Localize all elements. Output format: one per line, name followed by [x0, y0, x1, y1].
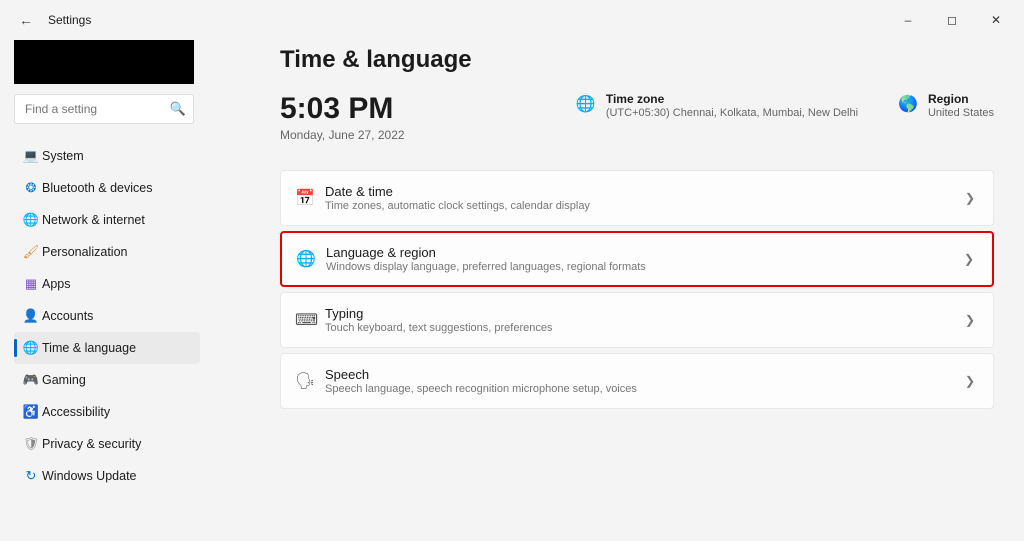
sidebar-item-accounts[interactable]: 👤 Accounts: [14, 300, 200, 332]
network-icon: 🌐: [20, 212, 42, 228]
region-icon: 🌎: [898, 94, 918, 114]
titlebar: ← Settings – ◻ ✕: [0, 0, 1024, 40]
main-content: Time & language 5:03 PM Monday, June 27,…: [210, 40, 1024, 541]
chevron-right-icon: ❯: [965, 191, 975, 205]
card-speech[interactable]: 🗣 Speech Speech language, speech recogni…: [280, 353, 994, 409]
sidebar-item-windows-update[interactable]: ↻ Windows Update: [14, 460, 200, 492]
sidebar-item-system[interactable]: 💻 System: [14, 140, 200, 172]
card-title: Date & time: [325, 184, 965, 199]
card-subtitle: Speech language, speech recognition micr…: [325, 383, 965, 395]
search-field[interactable]: 🔍: [14, 94, 194, 124]
minimize-button[interactable]: –: [886, 5, 930, 35]
back-button[interactable]: ←: [14, 12, 38, 28]
privacy-icon: 🛡: [20, 436, 42, 452]
calendar-clock-icon: 📅: [295, 188, 325, 208]
window-title: Settings: [48, 13, 91, 27]
maximize-button[interactable]: ◻: [930, 5, 974, 35]
chevron-right-icon: ❯: [965, 374, 975, 388]
sidebar-item-accessibility[interactable]: ♿ Accessibility: [14, 396, 200, 428]
close-button[interactable]: ✕: [974, 5, 1018, 35]
hero-row: 5:03 PM Monday, June 27, 2022 🌐 Time zon…: [280, 92, 994, 142]
gaming-icon: 🎮: [20, 372, 42, 388]
sidebar-item-time-language[interactable]: 🌐 Time & language: [14, 332, 200, 364]
windows-update-icon: ↻: [20, 468, 42, 484]
timezone-meta: 🌐 Time zone (UTC+05:30) Chennai, Kolkata…: [576, 92, 858, 119]
sidebar-item-label: Accounts: [42, 309, 93, 323]
sidebar-item-label: Privacy & security: [42, 437, 141, 451]
chevron-right-icon: ❯: [965, 313, 975, 327]
card-language-region[interactable]: 🌐 Language & region Windows display lang…: [280, 231, 994, 287]
sidebar-item-label: Bluetooth & devices: [42, 181, 153, 195]
speech-icon: 🗣: [295, 371, 325, 391]
time-language-icon: 🌐: [20, 340, 42, 356]
sidebar-item-label: Personalization: [42, 245, 127, 259]
profile-block[interactable]: [14, 40, 194, 84]
sidebar-item-privacy[interactable]: 🛡 Privacy & security: [14, 428, 200, 460]
sidebar-item-label: Time & language: [42, 341, 136, 355]
sidebar-item-network[interactable]: 🌐 Network & internet: [14, 204, 200, 236]
card-title: Language & region: [326, 245, 964, 260]
clock-block: 5:03 PM Monday, June 27, 2022: [280, 92, 405, 142]
card-subtitle: Touch keyboard, text suggestions, prefer…: [325, 322, 965, 334]
region-meta: 🌎 Region United States: [898, 92, 994, 119]
sidebar-item-apps[interactable]: ▦ Apps: [14, 268, 200, 300]
timezone-icon: 🌐: [576, 94, 596, 114]
sidebar-item-label: System: [42, 149, 84, 163]
page-title: Time & language: [280, 46, 994, 74]
accounts-icon: 👤: [20, 308, 42, 324]
card-title: Typing: [325, 306, 965, 321]
timezone-value: (UTC+05:30) Chennai, Kolkata, Mumbai, Ne…: [606, 107, 858, 119]
sidebar-item-gaming[interactable]: 🎮 Gaming: [14, 364, 200, 396]
settings-cards: 📅 Date & time Time zones, automatic cloc…: [280, 170, 994, 409]
personalization-icon: 🖌: [20, 244, 42, 260]
card-typing[interactable]: ⌨ Typing Touch keyboard, text suggestion…: [280, 292, 994, 348]
language-icon: 🌐: [296, 249, 326, 269]
sidebar-item-bluetooth[interactable]: ❂ Bluetooth & devices: [14, 172, 200, 204]
card-title: Speech: [325, 367, 965, 382]
timezone-label: Time zone: [606, 92, 858, 106]
system-icon: 💻: [20, 148, 42, 164]
sidebar-item-label: Accessibility: [42, 405, 110, 419]
current-date: Monday, June 27, 2022: [280, 128, 405, 142]
sidebar-item-label: Apps: [42, 277, 71, 291]
region-label: Region: [928, 92, 994, 106]
current-time: 5:03 PM: [280, 92, 405, 126]
sidebar-item-personalization[interactable]: 🖌 Personalization: [14, 236, 200, 268]
chevron-right-icon: ❯: [964, 252, 974, 266]
card-subtitle: Time zones, automatic clock settings, ca…: [325, 200, 965, 212]
sidebar: 🔍 💻 System ❂ Bluetooth & devices 🌐 Netwo…: [0, 40, 210, 541]
card-subtitle: Windows display language, preferred lang…: [326, 261, 964, 273]
card-date-time[interactable]: 📅 Date & time Time zones, automatic cloc…: [280, 170, 994, 226]
accessibility-icon: ♿: [20, 404, 42, 420]
bluetooth-icon: ❂: [20, 180, 42, 196]
sidebar-item-label: Network & internet: [42, 213, 145, 227]
region-value: United States: [928, 107, 994, 119]
sidebar-item-label: Windows Update: [42, 469, 137, 483]
nav-list: 💻 System ❂ Bluetooth & devices 🌐 Network…: [14, 140, 200, 492]
apps-icon: ▦: [20, 276, 42, 292]
keyboard-icon: ⌨: [295, 310, 325, 330]
sidebar-item-label: Gaming: [42, 373, 86, 387]
search-input[interactable]: [14, 94, 194, 124]
